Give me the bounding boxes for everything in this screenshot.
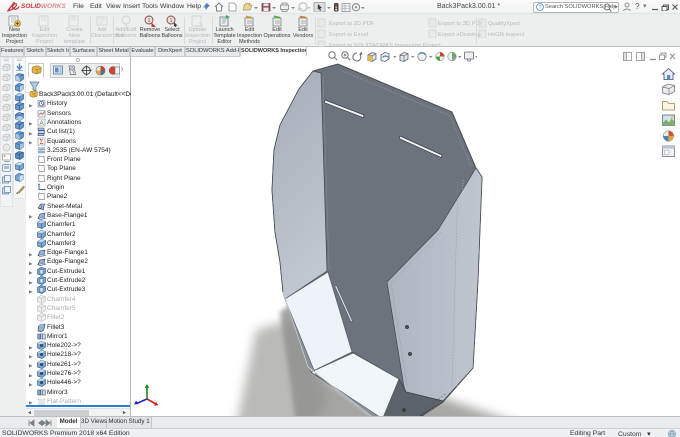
svg-text:?: ? [538,5,541,11]
svg-text:1: 1 [148,18,151,24]
svg-text:1: 1 [170,18,173,24]
svg-text:Σ: Σ [39,138,43,146]
svg-text:A: A [39,120,44,127]
